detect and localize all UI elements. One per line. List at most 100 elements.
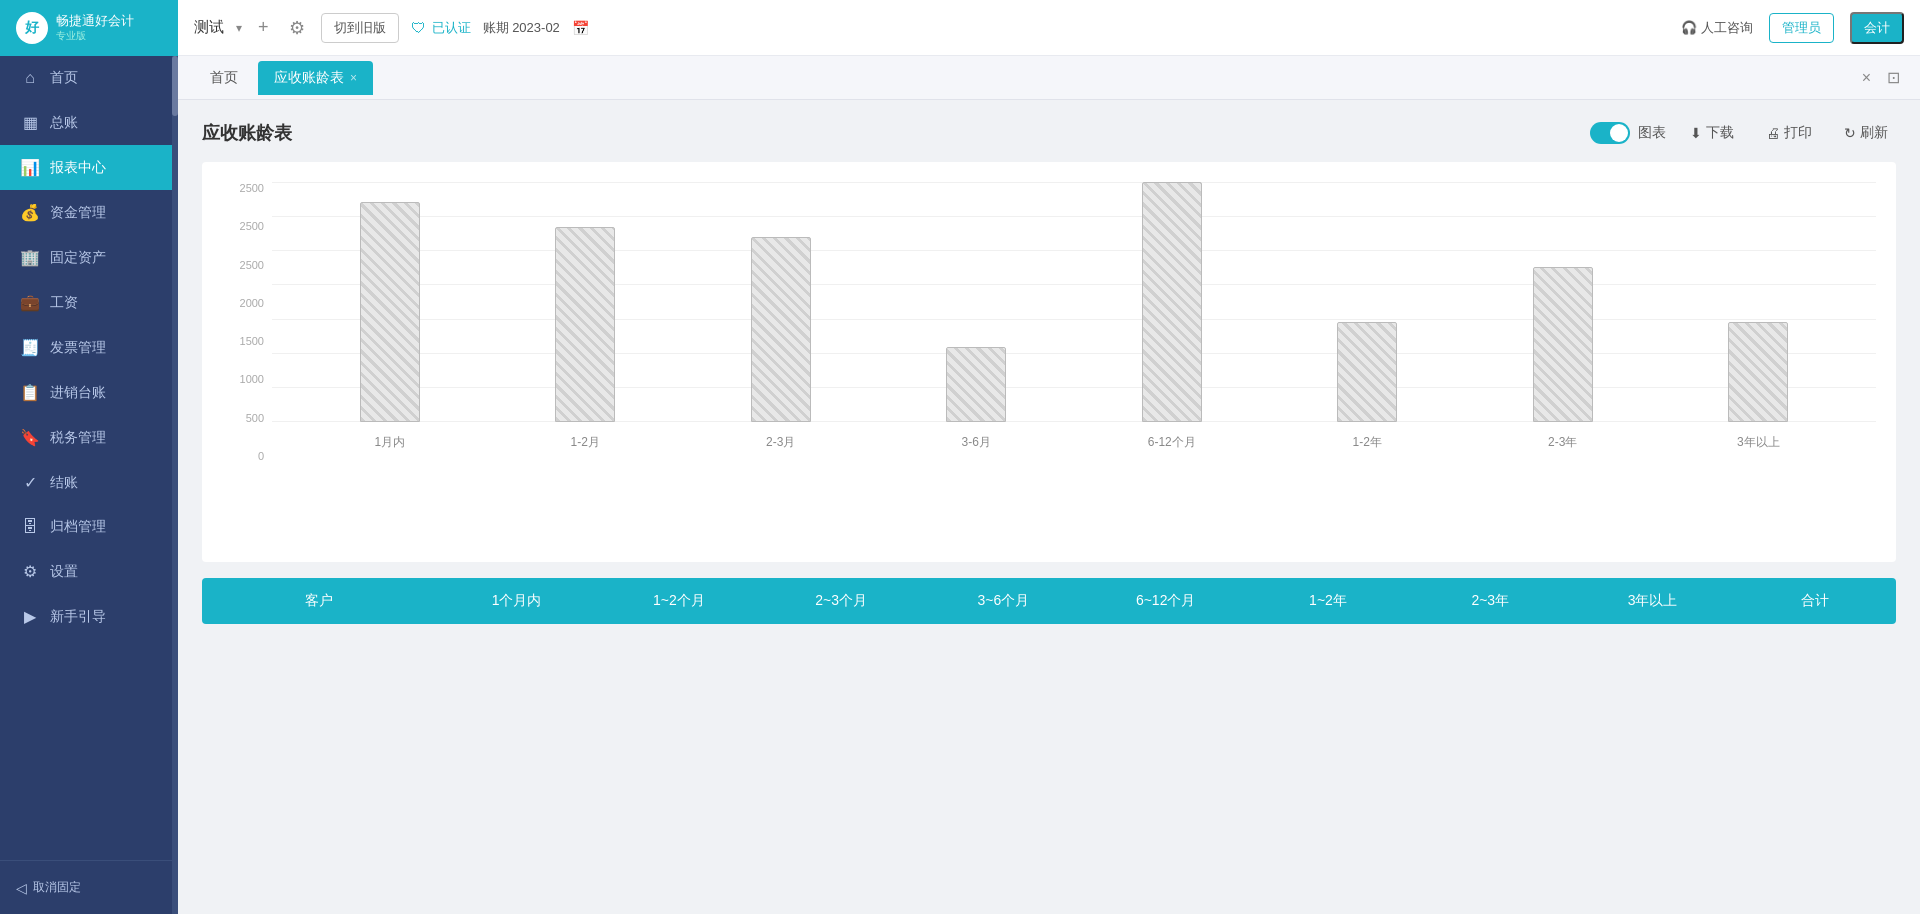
sidebar-item-assets[interactable]: 🏢 固定资产 bbox=[0, 235, 178, 280]
sidebar-item-funds[interactable]: 💰 资金管理 bbox=[0, 190, 178, 235]
sidebar-item-label-tax: 税务管理 bbox=[50, 429, 106, 447]
archive-icon: 🗄 bbox=[20, 518, 40, 536]
sidebar-item-label-settings: 设置 bbox=[50, 563, 78, 581]
print-label: 打印 bbox=[1784, 124, 1812, 142]
sidebar-item-label-archive: 归档管理 bbox=[50, 518, 106, 536]
sidebar-logo: 好 畅捷通好会计 专业版 bbox=[0, 0, 178, 56]
accountant-button[interactable]: 会计 bbox=[1850, 12, 1904, 44]
bar-1-2year bbox=[1337, 322, 1397, 422]
sidebar-item-label-invoices: 发票管理 bbox=[50, 339, 106, 357]
y-label-0: 0 bbox=[258, 450, 264, 462]
add-workspace-icon[interactable]: + bbox=[254, 13, 273, 42]
sidebar-item-home[interactable]: ⌂ 首页 bbox=[0, 56, 178, 100]
y-label-2000: 2000 bbox=[240, 297, 264, 309]
sidebar-item-reports[interactable]: 📊 报表中心 bbox=[0, 145, 178, 190]
content-area: 首页 应收账龄表 × × ⊡ 应收账龄表 bbox=[178, 56, 1920, 914]
bar-group-3-6month bbox=[946, 347, 1006, 422]
page-actions: 图表 ⬇ 下载 🖨 打印 ↻ 刷新 bbox=[1590, 120, 1896, 146]
tax-icon: 🔖 bbox=[20, 428, 40, 447]
chart-toggle-wrapper: 图表 bbox=[1590, 122, 1666, 144]
bar-group-2-3year bbox=[1533, 267, 1593, 422]
app-name: 畅捷通好会计 bbox=[56, 13, 134, 30]
sidebar-item-purchase-sale[interactable]: 📋 进销台账 bbox=[0, 370, 178, 415]
sidebar-item-settings[interactable]: ⚙ 设置 bbox=[0, 549, 178, 594]
old-version-button[interactable]: 切到旧版 bbox=[321, 13, 399, 43]
guide-icon: ▶ bbox=[20, 607, 40, 626]
sidebar-item-ledger[interactable]: ▦ 总账 bbox=[0, 100, 178, 145]
download-button[interactable]: ⬇ 下载 bbox=[1682, 120, 1742, 146]
sidebar-item-settlement[interactable]: ✓ 结账 bbox=[0, 460, 178, 505]
assets-icon: 🏢 bbox=[20, 248, 40, 267]
col-header-1month: 1个月内 bbox=[435, 578, 597, 624]
col-header-1-2month: 1~2个月 bbox=[598, 578, 760, 624]
chart-grid-area: 1月内 1-2月 2-3月 3-6月 6-12个月 1-2年 2-3年 3年以上 bbox=[272, 182, 1876, 462]
y-label-2500a: 2500 bbox=[240, 182, 264, 194]
chart-toggle-switch[interactable] bbox=[1590, 122, 1630, 144]
window-close-button[interactable]: × bbox=[1858, 65, 1875, 91]
y-label-2500b: 2500 bbox=[240, 220, 264, 232]
funds-icon: 💰 bbox=[20, 203, 40, 222]
page-title: 应收账龄表 bbox=[202, 121, 292, 145]
window-expand-button[interactable]: ⊡ bbox=[1883, 64, 1904, 91]
manager-button[interactable]: 管理员 bbox=[1769, 13, 1834, 43]
bar-group-1-2month bbox=[555, 227, 615, 422]
settlement-icon: ✓ bbox=[20, 473, 40, 492]
col-header-3-6month: 3~6个月 bbox=[922, 578, 1084, 624]
verified-status: 🛡 已认证 bbox=[411, 19, 471, 37]
toggle-knob bbox=[1610, 124, 1628, 142]
bars-row bbox=[272, 182, 1876, 422]
col-header-1-2year: 1~2年 bbox=[1247, 578, 1409, 624]
sidebar-item-guide[interactable]: ▶ 新手引导 bbox=[0, 594, 178, 639]
col-header-total: 合计 bbox=[1734, 578, 1896, 624]
tab-active-label: 应收账龄表 bbox=[274, 69, 344, 87]
cancel-fixed-button[interactable]: ◁ 取消固定 bbox=[16, 873, 162, 902]
sidebar-bottom: ◁ 取消固定 bbox=[0, 860, 178, 914]
bar-group-6-12month bbox=[1142, 182, 1202, 422]
workspace-dropdown-icon[interactable]: ▾ bbox=[236, 21, 242, 35]
tab-receivable-aging[interactable]: 应收账龄表 × bbox=[258, 61, 373, 95]
x-label-1month: 1月内 bbox=[360, 434, 420, 451]
sidebar-scroll: ⌂ 首页 ▦ 总账 📊 报表中心 💰 资金管理 🏢 固定资产 💼 工资 🧾 发票… bbox=[0, 56, 178, 860]
verified-label: 已认证 bbox=[432, 19, 471, 37]
x-label-6-12month: 6-12个月 bbox=[1142, 434, 1202, 451]
human-service-button[interactable]: 🎧 人工咨询 bbox=[1681, 19, 1753, 37]
calendar-icon[interactable]: 📅 bbox=[572, 20, 589, 36]
sidebar-item-archive[interactable]: 🗄 归档管理 bbox=[0, 505, 178, 549]
cancel-fixed-label: 取消固定 bbox=[33, 879, 81, 896]
sidebar: 好 畅捷通好会计 专业版 ⌂ 首页 ▦ 总账 📊 报表中心 💰 资金管理 🏢 固… bbox=[0, 0, 178, 914]
main-area: 测试 ▾ + ⚙ 切到旧版 🛡 已认证 账期 2023-02 📅 🎧 人工咨询 … bbox=[178, 0, 1920, 914]
bar-1-2month bbox=[555, 227, 615, 422]
chart-toggle-label: 图表 bbox=[1638, 124, 1666, 142]
bar-group-1-2year bbox=[1337, 322, 1397, 422]
x-label-2-3month: 2-3月 bbox=[751, 434, 811, 451]
settings-gear-icon[interactable]: ⚙ bbox=[285, 13, 309, 43]
sidebar-item-tax[interactable]: 🔖 税务管理 bbox=[0, 415, 178, 460]
home-icon: ⌂ bbox=[20, 69, 40, 87]
refresh-label: 刷新 bbox=[1860, 124, 1888, 142]
table-header: 客户 1个月内 1~2个月 2~3个月 3~6个月 6~12个月 1~2年 2~… bbox=[202, 578, 1896, 624]
refresh-button[interactable]: ↻ 刷新 bbox=[1836, 120, 1896, 146]
topbar-right-actions: 🎧 人工咨询 管理员 会计 bbox=[1681, 12, 1904, 44]
chart-container: 2500 2500 2500 2000 1500 1000 500 0 bbox=[202, 162, 1896, 562]
download-label: 下载 bbox=[1706, 124, 1734, 142]
tab-close-icon[interactable]: × bbox=[350, 71, 357, 85]
sidebar-item-invoices[interactable]: 🧾 发票管理 bbox=[0, 325, 178, 370]
workspace-name: 测试 bbox=[194, 18, 224, 37]
print-button[interactable]: 🖨 打印 bbox=[1758, 120, 1820, 146]
x-label-1-2year: 1-2年 bbox=[1337, 434, 1397, 451]
tab-home[interactable]: 首页 bbox=[194, 61, 254, 95]
refresh-icon: ↻ bbox=[1844, 125, 1856, 141]
tab-home-label: 首页 bbox=[210, 69, 238, 87]
shield-verified-icon: 🛡 bbox=[411, 19, 426, 36]
bar-chart: 2500 2500 2500 2000 1500 1000 500 0 bbox=[222, 182, 1876, 502]
pin-left-icon: ◁ bbox=[16, 880, 27, 896]
col-header-customer: 客户 bbox=[202, 578, 435, 624]
bar-1month bbox=[360, 202, 420, 422]
sidebar-item-payroll[interactable]: 💼 工资 bbox=[0, 280, 178, 325]
payroll-icon: 💼 bbox=[20, 293, 40, 312]
tab-bar: 首页 应收账龄表 × × ⊡ bbox=[178, 56, 1920, 100]
app-edition: 专业版 bbox=[56, 29, 134, 43]
tab-right-actions: × ⊡ bbox=[1858, 64, 1904, 91]
x-label-2-3year: 2-3年 bbox=[1533, 434, 1593, 451]
bar-group-2-3month bbox=[751, 237, 811, 422]
